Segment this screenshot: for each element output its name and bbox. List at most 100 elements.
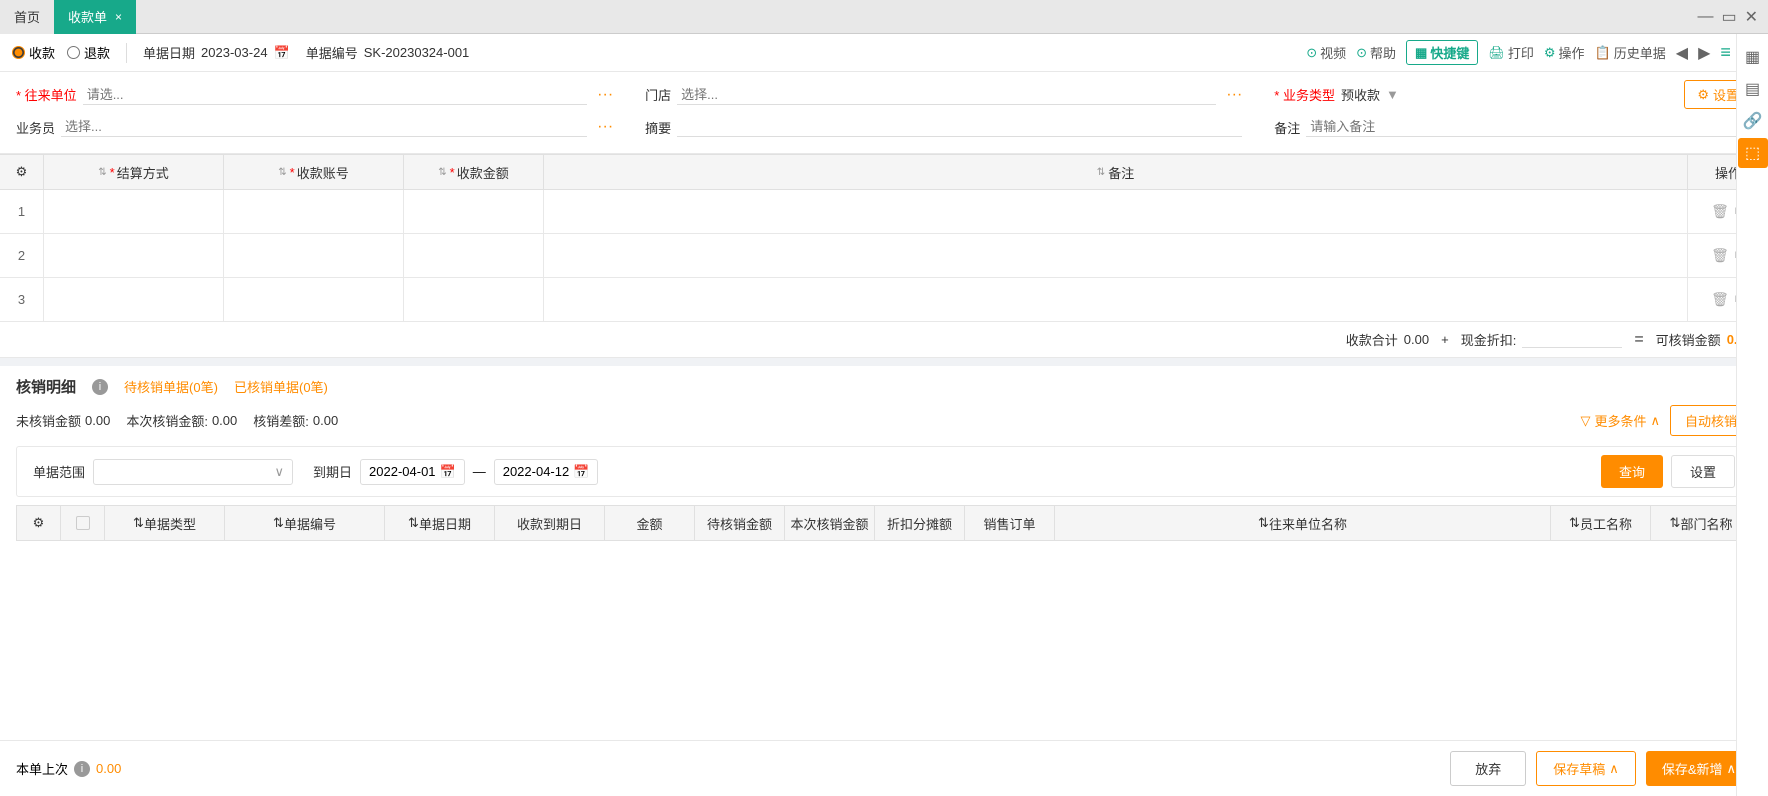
td-shoukuan-1[interactable] <box>224 190 404 234</box>
more-conditions-btn[interactable]: ▽ 更多条件 ∧ <box>1580 411 1660 430</box>
calendar-to-icon[interactable]: 📅 <box>573 464 589 480</box>
partner-field: * 往来单位 ··· <box>16 85 613 105</box>
abandon-btn[interactable]: 放弃 <box>1450 751 1526 786</box>
right-panel: ▦ ▤ 🔗 ⬚ <box>1736 34 1768 796</box>
business-type-label: * 业务类型 <box>1274 85 1335 104</box>
date-from-input[interactable]: 2022-04-01 📅 <box>360 459 465 485</box>
partner-input[interactable] <box>83 85 587 105</box>
td-shoukuan-3[interactable] <box>224 278 404 322</box>
window-close-icon[interactable]: ✕ <box>1745 7 1758 27</box>
right-panel-icon-3[interactable]: 🔗 <box>1738 106 1768 136</box>
discount-input[interactable] <box>1522 332 1622 348</box>
table-row: 1 🗑 ⧉ <box>0 190 1768 234</box>
window-restore-icon[interactable]: ▭ <box>1721 7 1736 27</box>
staff-input[interactable] <box>61 117 587 137</box>
filter-actions: 查询 设置 <box>1601 455 1735 488</box>
done-tab-link[interactable]: 已核销单据(0笔) <box>234 377 328 396</box>
sub-th-recdate: 收款到期日 <box>495 505 605 541</box>
bottom-actions: 放弃 保存草稿 ∧ 保存&新增 ∧ <box>1450 751 1752 786</box>
verification-section: 核销明细 i 待核销单据(0笔) 已核销单据(0笔) 未核销金额 0.00 本次… <box>0 366 1768 740</box>
print-btn[interactable]: 🖨 打印 <box>1488 43 1534 62</box>
right-panel-icon-4[interactable]: ⬚ <box>1738 138 1768 168</box>
store-more-btn[interactable]: ··· <box>1226 86 1242 104</box>
table-row: 2 🗑 ⧉ <box>0 234 1768 278</box>
td-beizhu-3[interactable] <box>544 278 1688 322</box>
tab-home[interactable]: 首页 <box>0 0 54 34</box>
section-divider <box>0 358 1768 366</box>
help-btn[interactable]: ⊙ 帮助 <box>1356 43 1396 62</box>
query-btn[interactable]: 查询 <box>1601 455 1663 488</box>
sub-th-settings[interactable]: ⚙ <box>17 505 61 541</box>
sort-num-icon: ⇅ <box>273 515 284 531</box>
summary-input[interactable] <box>677 117 1242 137</box>
row-delete-btn-3[interactable]: 🗑 <box>1711 291 1729 308</box>
number-field: 单据编号 SK-20230324-001 <box>306 43 470 62</box>
sub-th-employee-label: 员工名称 <box>1580 514 1632 533</box>
pending-tab-link[interactable]: 待核销单据(0笔) <box>124 377 218 396</box>
radio-receive[interactable]: 收款 <box>12 43 55 62</box>
td-jiesuan-2[interactable] <box>44 234 224 278</box>
remarks-input[interactable] <box>1306 117 1752 137</box>
right-panel-icon-1[interactable]: ▦ <box>1738 42 1768 72</box>
calendar-from-icon[interactable]: 📅 <box>440 464 456 480</box>
td-jine-2[interactable] <box>404 234 544 278</box>
partner-more-btn[interactable]: ··· <box>597 86 613 104</box>
th-beizhu-label: 备注 <box>1108 163 1134 182</box>
date-label: 单据日期 <box>143 43 195 62</box>
radio-refund[interactable]: 退款 <box>67 43 110 62</box>
tab-close-icon[interactable]: × <box>115 10 122 24</box>
tab-receipt[interactable]: 收款单 × <box>54 0 136 34</box>
discount-item: 现金折扣: <box>1461 330 1623 349</box>
td-shoukuan-2[interactable] <box>224 234 404 278</box>
check-all-checkbox[interactable] <box>76 516 90 530</box>
row-delete-btn-2[interactable]: 🗑 <box>1711 247 1729 264</box>
td-jiesuan-3[interactable] <box>44 278 224 322</box>
business-type-field: * 业务类型 预收款 ▼ ⚙ 设置 <box>1274 80 1752 109</box>
td-jine-1[interactable] <box>404 190 544 234</box>
save-draft-btn[interactable]: 保存草稿 ∧ <box>1536 751 1636 786</box>
row-delete-btn-1[interactable]: 🗑 <box>1711 203 1729 220</box>
table-settings-col[interactable]: ⚙ <box>0 154 44 190</box>
save-draft-dropdown-icon[interactable]: ∧ <box>1609 761 1619 777</box>
table-body: 1 🗑 ⧉ 2 � <box>0 190 1768 322</box>
date-value: 2023-03-24 <box>201 45 268 60</box>
sub-th-sale: 销售订单 <box>965 505 1055 541</box>
sub-th-check[interactable] <box>61 505 105 541</box>
partner-label: * 往来单位 <box>16 85 77 104</box>
business-type-select[interactable]: 预收款 ▼ <box>1341 85 1678 104</box>
view-mode-icon[interactable]: ≡ <box>1720 42 1731 63</box>
filter-settings-btn[interactable]: 设置 <box>1671 455 1735 488</box>
range-filter-select[interactable]: ∨ <box>93 459 293 485</box>
right-panel-icon-2[interactable]: ▤ <box>1738 74 1768 104</box>
staff-more-btn[interactable]: ··· <box>597 118 613 136</box>
chevron-up-icon: ∧ <box>1650 413 1660 429</box>
td-beizhu-1[interactable] <box>544 190 1688 234</box>
nav-prev-icon[interactable]: ◀ <box>1676 43 1688 63</box>
operation-btn[interactable]: ⚙ 操作 <box>1544 43 1585 62</box>
receipt-table: ⚙ ⇅ * 结算方式 ⇅ * 收款账号 ⇅ * 收款金额 ⇅ 备注 操作 <box>0 154 1768 322</box>
sub-th-pending-label: 待核销金额 <box>707 514 772 533</box>
td-beizhu-2[interactable] <box>544 234 1688 278</box>
verification-info-icon[interactable]: i <box>92 379 108 395</box>
store-input[interactable] <box>677 85 1216 105</box>
window-controls: — ▭ ✕ <box>1697 7 1768 27</box>
radio-receive-input[interactable] <box>12 46 25 59</box>
save-new-dropdown-icon[interactable]: ∧ <box>1726 761 1736 777</box>
remarks-field: 备注 <box>1274 117 1752 137</box>
form-section: * 往来单位 ··· 门店 ··· * 业务类型 预收款 ▼ ⚙ 设置 <box>0 72 1768 154</box>
nav-next-icon[interactable]: ▶ <box>1698 43 1710 63</box>
shortcut-btn[interactable]: ▦ 快捷键 <box>1406 40 1478 65</box>
business-type-dropdown-icon[interactable]: ▼ <box>1386 87 1399 102</box>
th-beizhu: ⇅ 备注 <box>544 154 1688 190</box>
window-minimize-icon[interactable]: — <box>1697 8 1713 26</box>
td-jiesuan-1[interactable] <box>44 190 224 234</box>
td-jine-3[interactable] <box>404 278 544 322</box>
save-draft-label: 保存草稿 <box>1553 759 1605 778</box>
current-label: 本次核销金额: <box>126 411 208 430</box>
date-to-input[interactable]: 2022-04-12 📅 <box>494 459 599 485</box>
radio-refund-input[interactable] <box>67 46 80 59</box>
video-btn[interactable]: ⊙ 视频 <box>1306 43 1346 62</box>
history-btn[interactable]: 📋 历史单据 <box>1595 43 1666 62</box>
calendar-icon[interactable]: 📅 <box>274 45 290 61</box>
bottom-info-icon[interactable]: i <box>74 761 90 777</box>
